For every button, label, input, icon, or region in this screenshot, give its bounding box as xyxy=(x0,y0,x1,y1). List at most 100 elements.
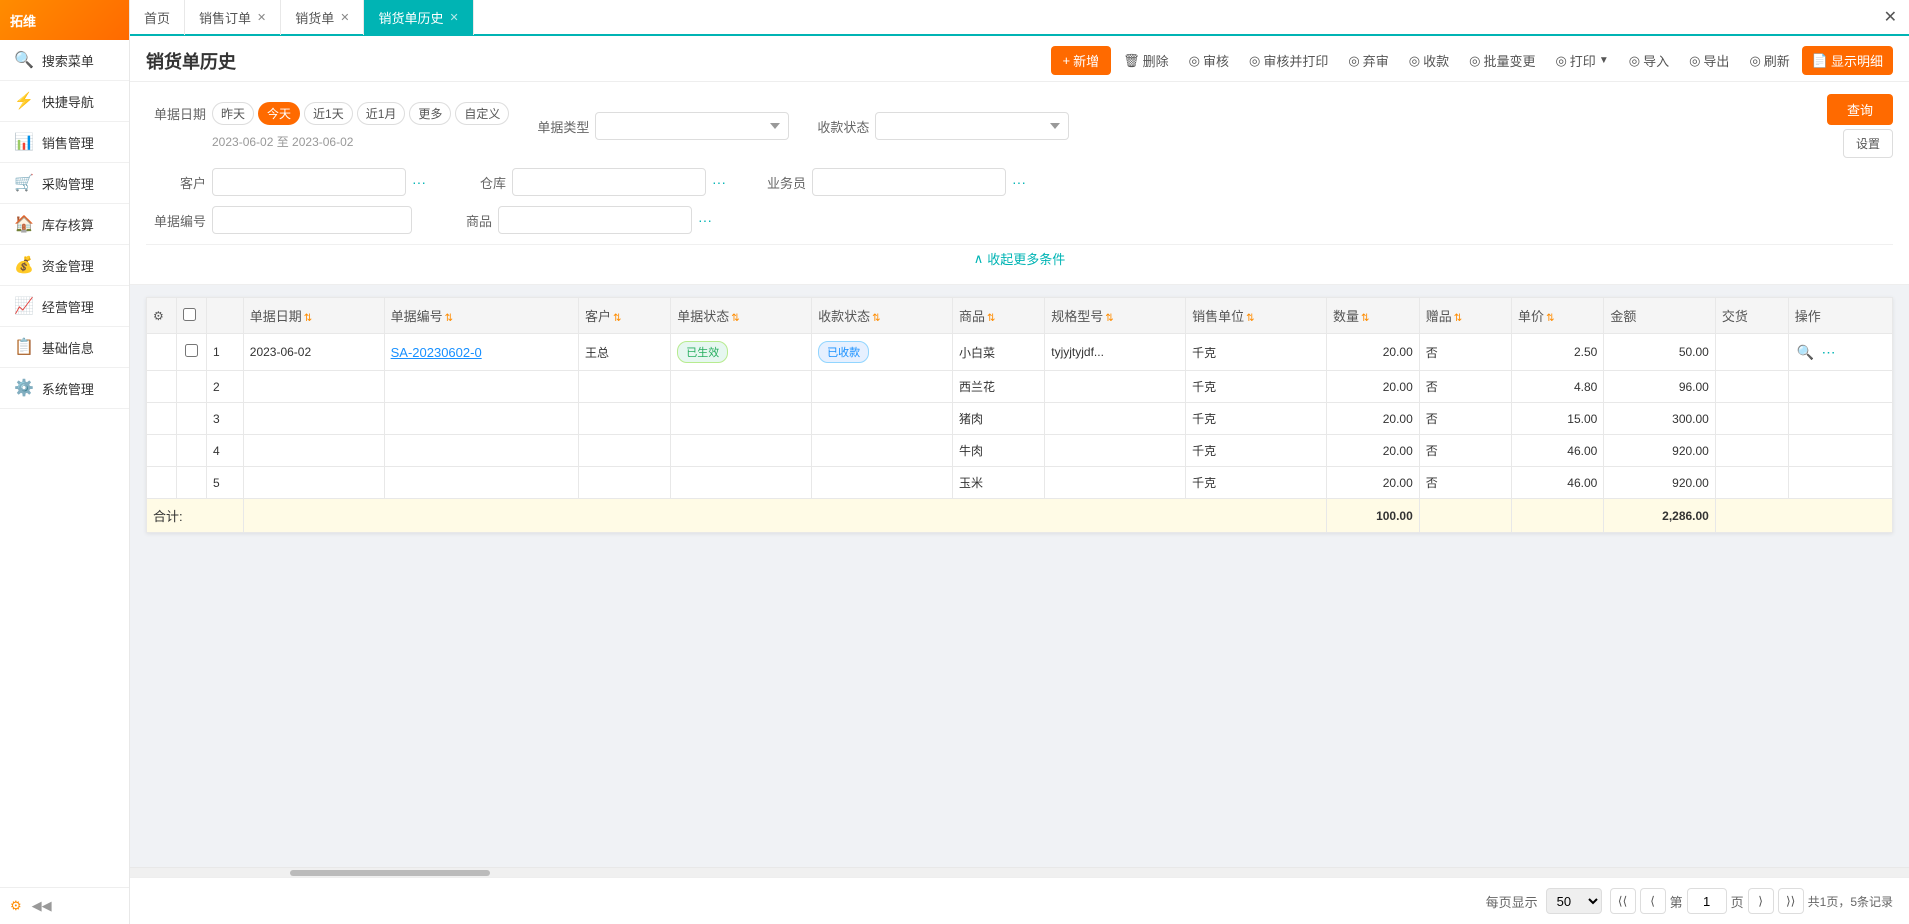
col-payment-status[interactable]: 收款状态⇅ xyxy=(812,298,953,334)
sidebar-item-operations[interactable]: 📈 经营管理 xyxy=(0,286,129,327)
date-btn-custom[interactable]: 自定义 xyxy=(455,102,509,125)
last-page-button[interactable]: ⟩⟩ xyxy=(1778,888,1804,914)
sidebar-settings-icon[interactable]: ⚙ xyxy=(10,898,22,914)
col-doc-status[interactable]: 单据状态⇅ xyxy=(671,298,812,334)
query-actions: 查询 设置 xyxy=(1827,94,1893,158)
import-button[interactable]: ◎ 导入 xyxy=(1621,47,1677,74)
sidebar: 拓维 🔍 搜索菜单 ⚡ 快捷导航 📊 销售管理 🛒 采购管理 🏠 库存核算 💰 … xyxy=(0,0,130,924)
col-doc-no[interactable]: 单据编号⇅ xyxy=(384,298,578,334)
warehouse-dots[interactable]: ··· xyxy=(712,174,726,190)
row-1-view-icon[interactable]: 🔍 xyxy=(1797,344,1814,360)
row-1-qty: 20.00 xyxy=(1326,334,1419,371)
col-doc-date[interactable]: 单据日期⇅ xyxy=(243,298,384,334)
staff-dots[interactable]: ··· xyxy=(1012,174,1026,190)
row-2-no: 2 xyxy=(207,371,244,403)
first-page-button[interactable]: ⟨⟨ xyxy=(1610,888,1636,914)
sidebar-item-finance[interactable]: 💰 资金管理 xyxy=(0,245,129,286)
row-4-goods: 牛肉 xyxy=(952,435,1044,467)
collapse-button[interactable]: ∧ 收起更多条件 xyxy=(146,244,1893,272)
tab-close-all-button[interactable]: ✕ xyxy=(1872,7,1909,27)
customer-input[interactable] xyxy=(212,168,406,196)
batch-change-button[interactable]: ◎ 批量变更 xyxy=(1461,47,1543,74)
sidebar-item-sales-mgmt[interactable]: 📊 销售管理 xyxy=(0,122,129,163)
row-1-more-icon[interactable]: ⋯ xyxy=(1822,344,1836,360)
goods-label: 商品 xyxy=(432,211,492,230)
goods-dots[interactable]: ··· xyxy=(698,212,712,228)
table-header-row: ⚙ 单据日期⇅ 单据编号⇅ 客户⇅ 单据状态⇅ 收款状态⇅ 商品⇅ 规格型号⇅ … xyxy=(147,298,1893,334)
col-customer[interactable]: 客户⇅ xyxy=(579,298,671,334)
show-detail-button[interactable]: 📄 显示明细 xyxy=(1802,46,1893,75)
page-text: 第 xyxy=(1670,892,1683,911)
staff-label: 业务员 xyxy=(746,173,806,192)
date-btn-more[interactable]: 更多 xyxy=(409,102,451,125)
row-1-doc-no-link[interactable]: SA-20230602-0 xyxy=(391,345,482,360)
filter-doc-type: 单据类型 xyxy=(529,112,789,140)
sidebar-item-inventory[interactable]: 🏠 库存核算 xyxy=(0,204,129,245)
tab-close-sales-goods[interactable]: ✕ xyxy=(340,11,349,24)
sidebar-item-purchase-mgmt[interactable]: 🛒 采购管理 xyxy=(0,163,129,204)
sidebar-item-basic-info[interactable]: 📋 基础信息 xyxy=(0,327,129,368)
search-icon: 🔍 xyxy=(14,50,34,70)
set-button[interactable]: 设置 xyxy=(1843,129,1893,158)
row-1-actions: 🔍 ⋯ xyxy=(1788,334,1892,371)
goods-input[interactable] xyxy=(498,206,692,234)
add-button[interactable]: + 新增 xyxy=(1051,46,1112,75)
row-1-payment-badge: 已收款 xyxy=(818,341,869,363)
date-btn-1month[interactable]: 近1月 xyxy=(357,102,406,125)
data-table: ⚙ 单据日期⇅ 单据编号⇅ 客户⇅ 单据状态⇅ 收款状态⇅ 商品⇅ 规格型号⇅ … xyxy=(146,297,1893,533)
col-spec[interactable]: 规格型号⇅ xyxy=(1045,298,1186,334)
col-unit-price[interactable]: 单价⇅ xyxy=(1512,298,1604,334)
per-page-label: 每页显示 xyxy=(1486,892,1538,911)
doc-no-input[interactable] xyxy=(212,206,412,234)
export-button[interactable]: ◎ 导出 xyxy=(1681,47,1737,74)
next-page-button[interactable]: ⟩ xyxy=(1748,888,1774,914)
date-shortcuts: 昨天 今天 近1天 近1月 更多 自定义 xyxy=(212,102,509,125)
sort-doc-no-icon: ⇅ xyxy=(445,313,453,324)
sidebar-collapse-icon[interactable]: ◀◀ xyxy=(32,898,52,914)
sort-unit-price-icon: ⇅ xyxy=(1546,313,1554,324)
col-goods[interactable]: 商品⇅ xyxy=(952,298,1044,334)
tab-sales-goods[interactable]: 销货单 ✕ xyxy=(281,0,364,35)
prev-page-button[interactable]: ⟨ xyxy=(1640,888,1666,914)
sidebar-item-quick-nav[interactable]: ⚡ 快捷导航 xyxy=(0,81,129,122)
warehouse-input[interactable] xyxy=(512,168,706,196)
sidebar-item-search-menu[interactable]: 🔍 搜索菜单 xyxy=(0,40,129,81)
row-1-checkbox[interactable] xyxy=(185,344,198,357)
page-number-input[interactable] xyxy=(1687,888,1727,914)
filter-goods: 商品 ··· xyxy=(432,206,712,234)
discard-button[interactable]: ◎ 弃审 xyxy=(1340,47,1396,74)
payment-status-select[interactable] xyxy=(875,112,1069,140)
tab-sales-order[interactable]: 销售订单 ✕ xyxy=(185,0,281,35)
col-gift[interactable]: 赠品⇅ xyxy=(1419,298,1511,334)
payment-status-label: 收款状态 xyxy=(809,117,869,136)
row-3-unit-price: 15.00 xyxy=(1512,403,1604,435)
query-button[interactable]: 查询 xyxy=(1827,94,1893,125)
sidebar-item-sys-mgmt[interactable]: ⚙️ 系统管理 xyxy=(0,368,129,409)
audit-button[interactable]: ◎ 审核 xyxy=(1181,47,1237,74)
row-3-gift: 否 xyxy=(1419,403,1511,435)
col-unit[interactable]: 销售单位⇅ xyxy=(1186,298,1327,334)
tab-sales-history[interactable]: 销货单历史 ✕ xyxy=(364,0,473,35)
customer-dots[interactable]: ··· xyxy=(412,174,426,190)
col-settings[interactable]: ⚙ xyxy=(147,298,177,334)
date-btn-yesterday[interactable]: 昨天 xyxy=(212,102,254,125)
staff-input[interactable] xyxy=(812,168,1006,196)
horizontal-scrollbar[interactable] xyxy=(130,867,1909,877)
audit-print-button[interactable]: ◎ 审核并打印 xyxy=(1241,47,1336,74)
row-5-gift: 否 xyxy=(1419,467,1511,499)
print-button[interactable]: ◎ 打印 ▼ xyxy=(1547,47,1616,74)
refresh-button[interactable]: ◎ 刷新 xyxy=(1741,47,1797,74)
per-page-select[interactable]: 50 100 200 xyxy=(1546,888,1602,914)
doc-type-select[interactable] xyxy=(595,112,789,140)
col-qty[interactable]: 数量⇅ xyxy=(1326,298,1419,334)
tab-home[interactable]: 首页 xyxy=(130,0,185,35)
scrollbar-thumb[interactable] xyxy=(290,870,490,876)
select-all-checkbox[interactable] xyxy=(183,308,196,321)
tab-close-sales-history[interactable]: ✕ xyxy=(450,11,459,24)
delete-button[interactable]: 🗑 删除 xyxy=(1115,47,1177,74)
tab-close-sales-order[interactable]: ✕ xyxy=(257,11,266,24)
date-label: 单据日期 xyxy=(146,104,206,123)
collect-button[interactable]: ◎ 收款 xyxy=(1401,47,1457,74)
date-btn-7days[interactable]: 近1天 xyxy=(304,102,353,125)
date-btn-today[interactable]: 今天 xyxy=(258,102,300,125)
